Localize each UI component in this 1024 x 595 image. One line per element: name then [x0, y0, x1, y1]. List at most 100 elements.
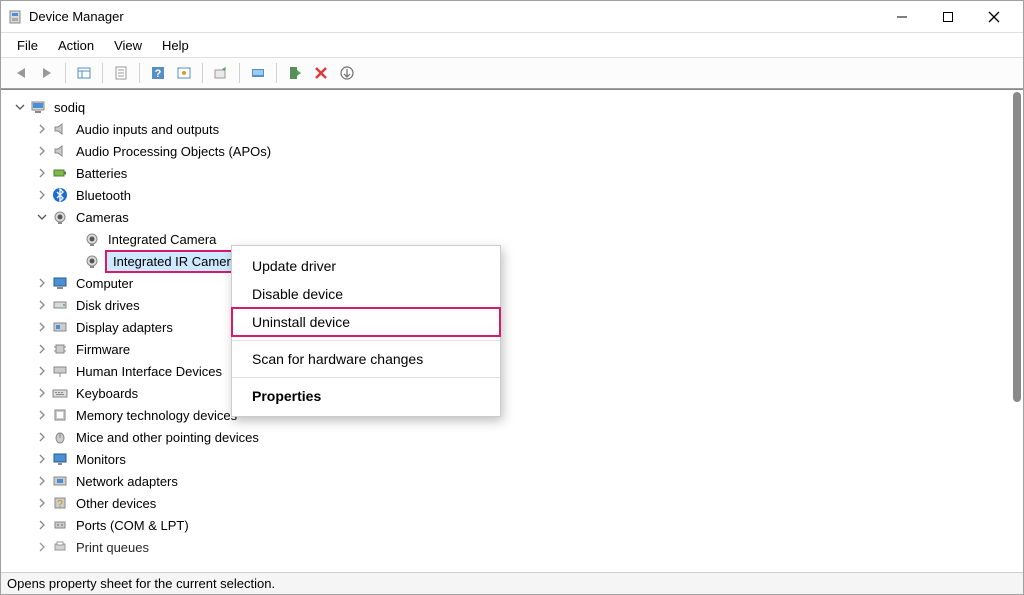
device-tree[interactable]: sodiq Audio inputs and outputs Audio Pro… [1, 90, 1023, 572]
tree-item-computer[interactable]: Computer [5, 272, 1023, 294]
tree-item-other[interactable]: ? Other devices [5, 492, 1023, 514]
scrollbar[interactable] [1013, 92, 1021, 482]
back-button[interactable] [9, 61, 33, 85]
tree-item-label: Bluetooth [73, 187, 134, 204]
chevron-right-icon[interactable] [35, 320, 49, 334]
update-driver-button[interactable] [209, 61, 233, 85]
chevron-right-icon[interactable] [35, 430, 49, 444]
computer-icon [29, 98, 47, 116]
printer-icon [51, 538, 69, 556]
tree-item-label: Print queues [73, 539, 152, 556]
context-update-driver[interactable]: Update driver [232, 252, 500, 280]
tree-root-label: sodiq [51, 99, 88, 116]
chevron-right-icon[interactable] [35, 342, 49, 356]
window-title: Device Manager [29, 9, 879, 24]
toolbar-sep [239, 63, 240, 83]
tree-item-keyboards[interactable]: Keyboards [5, 382, 1023, 404]
chevron-right-icon[interactable] [35, 122, 49, 136]
tree-item-batteries[interactable]: Batteries [5, 162, 1023, 184]
svg-text:?: ? [57, 499, 63, 510]
tree-item-network[interactable]: Network adapters [5, 470, 1023, 492]
tree-item-disk-drives[interactable]: Disk drives [5, 294, 1023, 316]
chevron-right-icon[interactable] [35, 452, 49, 466]
chevron-placeholder [67, 232, 81, 246]
camera-icon [83, 230, 101, 248]
chevron-right-icon[interactable] [35, 188, 49, 202]
tree-item-label: Firmware [73, 341, 133, 358]
statusbar-text: Opens property sheet for the current sel… [7, 576, 275, 591]
tree-item-label: Display adapters [73, 319, 176, 336]
disable-device-button[interactable] [335, 61, 359, 85]
content-area: sodiq Audio inputs and outputs Audio Pro… [1, 89, 1023, 572]
menu-action[interactable]: Action [50, 35, 102, 56]
statusbar: Opens property sheet for the current sel… [1, 572, 1023, 594]
chevron-right-icon[interactable] [35, 540, 49, 554]
memory-icon [51, 406, 69, 424]
menu-view[interactable]: View [106, 35, 150, 56]
chevron-right-icon[interactable] [35, 496, 49, 510]
tree-item-label: Disk drives [73, 297, 143, 314]
tree-item-label: Monitors [73, 451, 129, 468]
chevron-right-icon[interactable] [35, 408, 49, 422]
action-icon-button[interactable] [172, 61, 196, 85]
tree-item-integrated-camera[interactable]: Integrated Camera [5, 228, 1023, 250]
tree-item-memory-tech[interactable]: Memory technology devices [5, 404, 1023, 426]
chevron-right-icon[interactable] [35, 386, 49, 400]
tree-item-ports[interactable]: Ports (COM & LPT) [5, 514, 1023, 536]
forward-button[interactable] [35, 61, 59, 85]
scan-hardware-button[interactable] [246, 61, 270, 85]
context-properties[interactable]: Properties [232, 382, 500, 410]
keyboard-icon [51, 384, 69, 402]
chevron-right-icon[interactable] [35, 474, 49, 488]
enable-device-button[interactable] [283, 61, 307, 85]
port-icon [51, 516, 69, 534]
chevron-right-icon[interactable] [35, 518, 49, 532]
scrollbar-thumb[interactable] [1013, 92, 1021, 402]
minimize-button[interactable] [879, 1, 925, 33]
tree-item-label: Batteries [73, 165, 130, 182]
chevron-down-icon[interactable] [13, 100, 27, 114]
tree-item-label: Human Interface Devices [73, 363, 225, 380]
chevron-down-icon[interactable] [35, 210, 49, 224]
properties-button[interactable] [109, 61, 133, 85]
tree-item-label: Cameras [73, 209, 132, 226]
window-controls [879, 1, 1017, 33]
toolbar-sep [202, 63, 203, 83]
toolbar-sep [102, 63, 103, 83]
uninstall-device-button[interactable] [309, 61, 333, 85]
tree-item-display-adapters[interactable]: Display adapters [5, 316, 1023, 338]
chevron-right-icon[interactable] [35, 298, 49, 312]
maximize-button[interactable] [925, 1, 971, 33]
tree-item-firmware[interactable]: Firmware [5, 338, 1023, 360]
chevron-right-icon[interactable] [35, 166, 49, 180]
tree-root[interactable]: sodiq [5, 96, 1023, 118]
app-icon [7, 9, 23, 25]
chevron-right-icon[interactable] [35, 144, 49, 158]
tree-item-monitors[interactable]: Monitors [5, 448, 1023, 470]
tree-item-audio-processing[interactable]: Audio Processing Objects (APOs) [5, 140, 1023, 162]
titlebar: Device Manager [1, 1, 1023, 33]
tree-item-audio-inputs[interactable]: Audio inputs and outputs [5, 118, 1023, 140]
help-button[interactable]: ? [146, 61, 170, 85]
show-hide-tree-button[interactable] [72, 61, 96, 85]
tree-item-integrated-ir-camera[interactable]: Integrated IR Camera [5, 250, 1023, 272]
context-menu: Update driver Disable device Uninstall d… [231, 245, 501, 417]
tree-item-mice[interactable]: Mice and other pointing devices [5, 426, 1023, 448]
tree-item-hid[interactable]: Human Interface Devices [5, 360, 1023, 382]
menu-file[interactable]: File [9, 35, 46, 56]
context-disable-device[interactable]: Disable device [232, 280, 500, 308]
tree-item-bluetooth[interactable]: Bluetooth [5, 184, 1023, 206]
tree-item-cameras[interactable]: Cameras [5, 206, 1023, 228]
context-scan-hardware[interactable]: Scan for hardware changes [232, 345, 500, 373]
monitor-icon [51, 274, 69, 292]
close-button[interactable] [971, 1, 1017, 33]
tree-item-print-queues[interactable]: Print queues [5, 536, 1023, 558]
chevron-right-icon[interactable] [35, 276, 49, 290]
menu-help[interactable]: Help [154, 35, 197, 56]
chevron-right-icon[interactable] [35, 364, 49, 378]
tree-item-label: Mice and other pointing devices [73, 429, 262, 446]
hid-icon [51, 362, 69, 380]
tree-item-label: Ports (COM & LPT) [73, 517, 192, 534]
speaker-icon [51, 142, 69, 160]
context-uninstall-device[interactable]: Uninstall device [232, 308, 500, 336]
